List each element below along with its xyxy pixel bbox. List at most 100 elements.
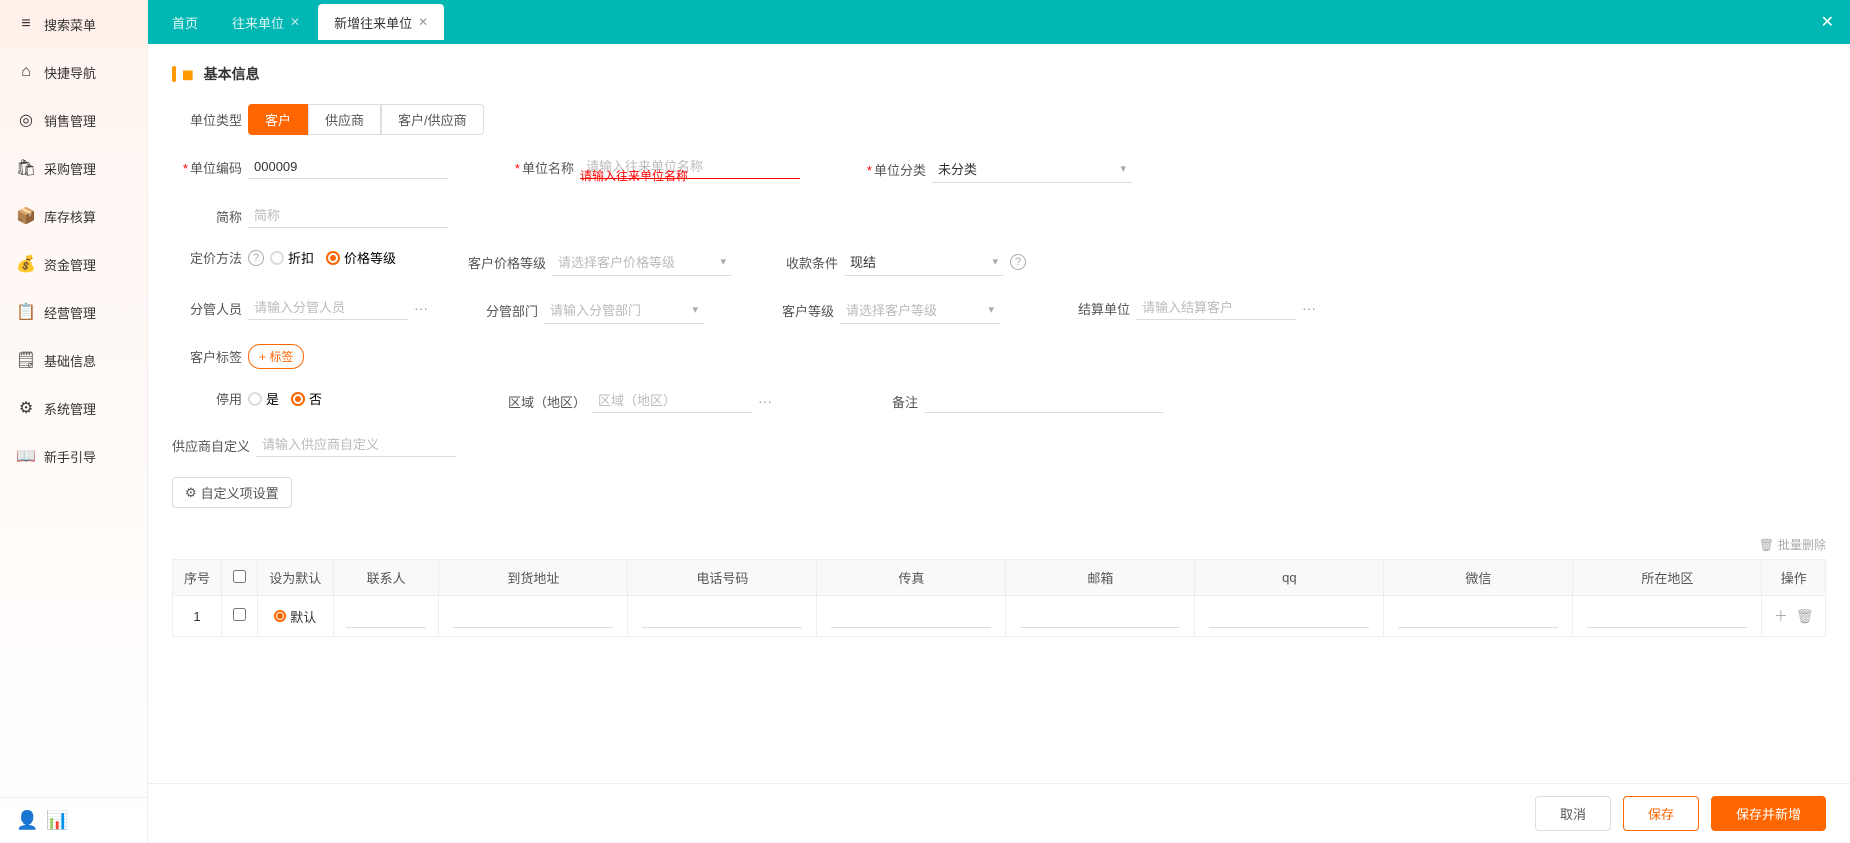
sidebar-item-basic[interactable]: 🗒 基础信息 [0, 336, 147, 384]
unit-code-input[interactable] [248, 155, 448, 179]
sidebar-item-sales[interactable]: ◎ 销售管理 [0, 96, 147, 144]
short-name-input[interactable] [248, 204, 448, 228]
short-name-row: 简称 [172, 204, 1826, 228]
row-qq-input[interactable] [1209, 604, 1369, 628]
form-content: ◼ 基本信息 单位类型 客户 供应商 客户/供应商 单位编码 [148, 44, 1850, 783]
th-region: 所在地区 [1573, 560, 1762, 596]
batch-delete-label: 批量删除 [1778, 536, 1826, 553]
manager-label: 分管人员 [172, 299, 242, 318]
region-input[interactable] [592, 389, 752, 413]
payment-terms-help-icon[interactable]: ? [1010, 254, 1026, 270]
department-label: 分管部门 [468, 301, 538, 320]
disabled-region-row: 停用 是 否 区域（地区） ··· [172, 389, 1826, 413]
add-tag-button[interactable]: + 标签 [248, 344, 304, 369]
th-check [222, 560, 258, 596]
sidebar-item-label: 系统管理 [44, 399, 96, 418]
td-check [222, 596, 258, 637]
unit-name-label: 单位名称 [504, 158, 574, 177]
th-address: 到货地址 [439, 560, 628, 596]
batch-delete-button[interactable]: 🗑 批量删除 [1759, 536, 1826, 553]
unit-type-label: 单位类型 [172, 110, 242, 129]
th-default: 设为默认 [257, 560, 333, 596]
tab-new-partner-label: 新增往来单位 [334, 13, 412, 32]
cancel-button[interactable]: 取消 [1535, 796, 1611, 831]
tab-home[interactable]: 首页 [156, 13, 214, 32]
tabbar-close-all[interactable]: ✕ [1813, 8, 1842, 36]
save-new-button[interactable]: 保存并新增 [1711, 796, 1826, 831]
sidebar-item-purchase[interactable]: 🛍 采购管理 [0, 144, 147, 192]
settlement-input[interactable] [1136, 296, 1296, 320]
manager-input[interactable] [248, 296, 408, 320]
department-select[interactable]: 请输入分管部门 ▾ [544, 296, 704, 324]
tab-new-partner-close[interactable]: ✕ [418, 16, 428, 28]
save-button[interactable]: 保存 [1623, 796, 1699, 831]
pricing-radio-group: 折扣 价格等级 [270, 248, 396, 267]
row-checkbox[interactable] [233, 608, 246, 621]
tab-partners[interactable]: 往来单位 ✕ [216, 4, 316, 40]
sidebar-item-quicknav[interactable]: ⌂ 快捷导航 [0, 48, 147, 96]
sidebar-item-label: 库存核算 [44, 207, 96, 226]
sidebar-item-label: 基础信息 [44, 351, 96, 370]
sidebar-item-inventory[interactable]: 📦 库存核算 [0, 192, 147, 240]
sidebar-item-guide[interactable]: 📖 新手引导 [0, 432, 147, 480]
home-icon: ⌂ [16, 62, 36, 82]
contact-table-section: 🗑 批量删除 序号 设为默认 联系人 到货地址 电话号码 传真 邮箱 qq [172, 536, 1826, 637]
settlement-more-btn[interactable]: ··· [1302, 300, 1316, 316]
row-contact-input[interactable] [346, 604, 426, 628]
pricing-help-icon[interactable]: ? [248, 250, 264, 266]
sidebar-avatar[interactable]: 👤 [16, 810, 38, 831]
custom-settings-button[interactable]: ⚙ 自定义项设置 [172, 477, 292, 508]
unit-category-select[interactable]: 未分类 ▾ [932, 155, 1132, 183]
customer-price-level-select[interactable]: 请选择客户价格等级 ▾ [552, 248, 732, 276]
settlement-group: 结算单位 ··· [1060, 296, 1320, 320]
type-btn-both[interactable]: 客户/供应商 [381, 104, 484, 135]
tab-partners-close[interactable]: ✕ [290, 16, 300, 28]
customer-level-select[interactable]: 请选择客户等级 ▾ [840, 296, 1000, 324]
tab-new-partner[interactable]: 新增往来单位 ✕ [318, 4, 444, 40]
pricing-radio-discount[interactable]: 折扣 [270, 248, 314, 267]
supplier-custom-input[interactable] [256, 433, 456, 457]
settings-gear-icon: ⚙ [185, 485, 197, 501]
disabled-radio-group: 是 否 [248, 389, 322, 408]
region-more-btn[interactable]: ··· [758, 393, 772, 409]
purchase-icon: 🛍 [16, 158, 36, 178]
select-all-checkbox[interactable] [233, 570, 246, 583]
sidebar-item-system[interactable]: ⚙ 系统管理 [0, 384, 147, 432]
sidebar-item-operations[interactable]: 📋 经营管理 [0, 288, 147, 336]
manager-more-btn[interactable]: ··· [414, 300, 428, 316]
type-btn-supplier[interactable]: 供应商 [308, 104, 381, 135]
payment-terms-select[interactable]: 现结 ▾ [844, 248, 1004, 276]
remark-input[interactable] [924, 389, 1164, 413]
td-contact [333, 596, 438, 637]
row-fax-input[interactable] [831, 604, 991, 628]
table-header-row: 序号 设为默认 联系人 到货地址 电话号码 传真 邮箱 qq 微信 所在地区 操… [173, 560, 1826, 596]
row-add-btn[interactable]: ＋ [1774, 606, 1788, 626]
disabled-radio-yes[interactable]: 是 [248, 389, 279, 408]
department-arrow: ▾ [692, 303, 698, 316]
bottom-bar: 取消 保存 保存并新增 [148, 783, 1850, 843]
row-address-input[interactable] [453, 604, 613, 628]
disabled-radio-no[interactable]: 否 [291, 389, 322, 408]
short-name-group: 简称 [172, 204, 448, 228]
row-wechat-input[interactable] [1398, 604, 1558, 628]
tags-row: 客户标签 + 标签 [172, 344, 1826, 369]
pricing-radio-level[interactable]: 价格等级 [326, 248, 396, 267]
title-icon: ◼ [182, 66, 194, 83]
region-label: 区域（地区） [508, 392, 586, 411]
row-delete-btn[interactable]: 🗑 [1796, 608, 1814, 625]
sidebar-item-label: 销售管理 [44, 111, 96, 130]
sidebar-item-finance[interactable]: 💰 资金管理 [0, 240, 147, 288]
sidebar-item-search[interactable]: ≡ 搜索菜单 [0, 0, 147, 48]
td-default: 默认 [257, 596, 333, 637]
row-region-input[interactable] [1587, 604, 1747, 628]
radio-no-circle [291, 392, 305, 406]
tab-partners-label: 往来单位 [232, 13, 284, 32]
row-default-radio[interactable] [274, 610, 286, 622]
sidebar-item-label: 资金管理 [44, 255, 96, 274]
td-email [1006, 596, 1195, 637]
type-btn-customer[interactable]: 客户 [248, 104, 308, 135]
row-email-input[interactable] [1020, 604, 1180, 628]
sidebar: ≡ 搜索菜单 ⌂ 快捷导航 ◎ 销售管理 🛍 采购管理 📦 库存核算 💰 资金管… [0, 0, 148, 843]
row-phone-input[interactable] [642, 604, 802, 628]
sidebar-settings[interactable]: 📊 [46, 810, 68, 831]
